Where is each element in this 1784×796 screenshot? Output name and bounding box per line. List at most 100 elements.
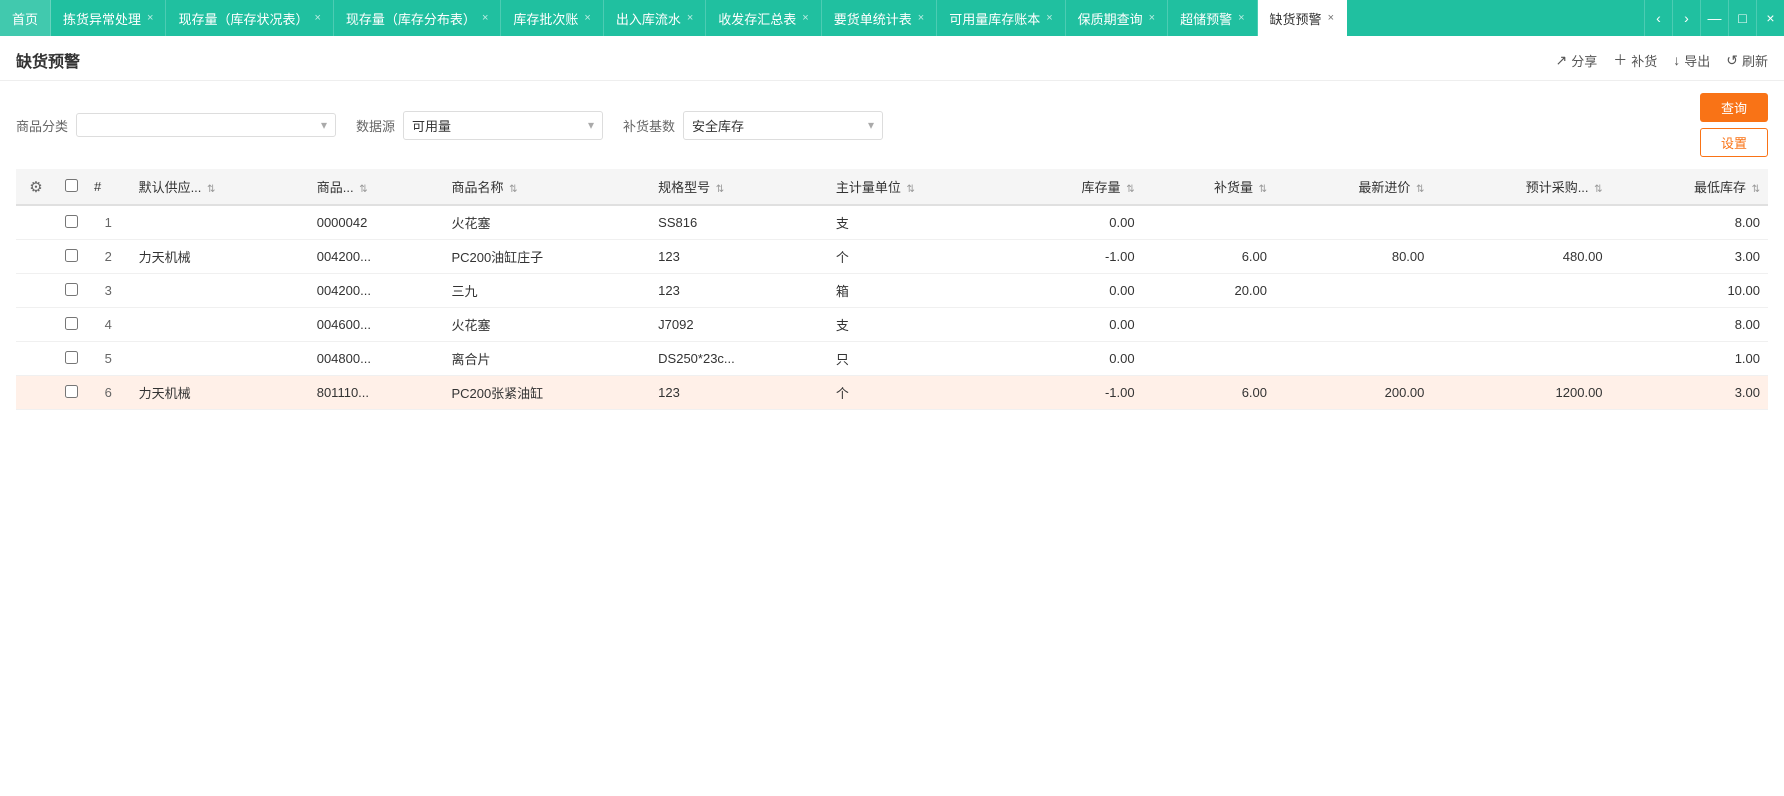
tab-stock-status[interactable]: 现存量（库存状况表） × — [166, 0, 333, 36]
tab-overstock[interactable]: 超储预警 × — [1168, 0, 1257, 36]
datasource-select[interactable]: 可用量 ▾ — [403, 111, 603, 140]
select-all-checkbox[interactable] — [65, 179, 78, 192]
row-name-1: PC200油缸庄子 — [443, 240, 650, 274]
tab-stock-dist[interactable]: 现存量（库存分布表） × — [334, 0, 501, 36]
tab-scroll-left[interactable]: ‹ — [1644, 0, 1672, 36]
page-title: 缺货预警 — [16, 48, 1555, 72]
tab-inout[interactable]: 出入库流水 × — [604, 0, 706, 36]
row-supplier-2 — [131, 274, 309, 308]
tab-summary[interactable]: 收发存汇总表 × — [706, 0, 821, 36]
row-replenish-5: 6.00 — [1143, 376, 1275, 410]
tab-close-shortage[interactable]: × — [1328, 12, 1334, 24]
row-checkbox-2[interactable] — [65, 283, 78, 296]
tab-close-expiry[interactable]: × — [1149, 12, 1155, 24]
spec-sort-icon[interactable]: ⇅ — [716, 184, 724, 195]
row-est-5: 1200.00 — [1432, 376, 1610, 410]
name-sort-icon[interactable]: ⇅ — [509, 184, 517, 195]
replenish-button[interactable]: ＋ 补货 — [1613, 50, 1657, 70]
row-unit-3: 支 — [828, 308, 1010, 342]
window-minimize[interactable]: — — [1700, 0, 1728, 36]
tab-picking[interactable]: 拣货异常处理 × — [51, 0, 166, 36]
refresh-icon: ↺ — [1726, 52, 1738, 69]
tab-nav-buttons: ‹ › — □ × — [1644, 0, 1784, 36]
tab-home[interactable]: 首页 — [0, 0, 51, 36]
tab-close-overstock[interactable]: × — [1238, 12, 1244, 24]
row-code-2: 004200... — [309, 274, 444, 308]
row-min-stock-4: 1.00 — [1611, 342, 1768, 376]
tab-order-stats[interactable]: 要货单统计表 × — [822, 0, 937, 36]
stock-sort-icon[interactable]: ⇅ — [1126, 184, 1134, 195]
row-spec-2: 123 — [650, 274, 828, 308]
tab-close-stock-dist[interactable]: × — [482, 12, 488, 24]
est-sort-icon[interactable]: ⇅ — [1594, 184, 1602, 195]
row-gear-0 — [16, 205, 56, 240]
tab-shortage[interactable]: 缺货预警 × — [1258, 0, 1347, 36]
export-button[interactable]: ↓ 导出 — [1673, 51, 1710, 70]
unit-sort-icon[interactable]: ⇅ — [906, 184, 914, 195]
replenish-chevron-icon: ▾ — [868, 118, 874, 132]
tab-close-inout[interactable]: × — [687, 12, 693, 24]
row-est-4 — [1432, 342, 1610, 376]
supplier-sort-icon[interactable]: ⇅ — [207, 184, 215, 195]
col-replenish-header: 补货量 ⇅ — [1143, 169, 1275, 205]
col-spec-header: 规格型号 ⇅ — [650, 169, 828, 205]
row-price-5: 200.00 — [1275, 376, 1432, 410]
replenish-label: 补货基数 — [623, 116, 675, 135]
replenish-select[interactable]: 安全库存 ▾ — [683, 111, 883, 140]
row-gear-4 — [16, 342, 56, 376]
row-unit-0: 支 — [828, 205, 1010, 240]
query-button[interactable]: 查询 — [1700, 93, 1768, 122]
col-name-header: 商品名称 ⇅ — [443, 169, 650, 205]
window-maximize[interactable]: □ — [1728, 0, 1756, 36]
row-num-3: 4 — [86, 308, 131, 342]
row-min-stock-0: 8.00 — [1611, 205, 1768, 240]
table-row: 3 004200... 三九 123 箱 0.00 20.00 10.00 — [16, 274, 1768, 308]
datasource-chevron-icon: ▾ — [588, 118, 594, 132]
category-filter-group: 商品分类 ▾ — [16, 113, 336, 137]
row-price-0 — [1275, 205, 1432, 240]
tab-scroll-right[interactable]: › — [1672, 0, 1700, 36]
settings-button[interactable]: 设置 — [1700, 128, 1768, 157]
tab-close-order-stats[interactable]: × — [918, 12, 924, 24]
tab-close-available[interactable]: × — [1046, 12, 1052, 24]
window-close[interactable]: × — [1756, 0, 1784, 36]
row-checkbox-0[interactable] — [65, 215, 78, 228]
row-replenish-2: 20.00 — [1143, 274, 1275, 308]
row-checkbox-4[interactable] — [65, 351, 78, 364]
table-header-row: ⚙ # 默认供应... ⇅ 商品... ⇅ 商品名称 — [16, 169, 1768, 205]
replenish-sort-icon[interactable]: ⇅ — [1259, 184, 1267, 195]
row-min-stock-5: 3.00 — [1611, 376, 1768, 410]
share-button[interactable]: ↗ 分享 — [1555, 51, 1597, 70]
min-stock-sort-icon[interactable]: ⇅ — [1752, 184, 1760, 195]
tab-batch[interactable]: 库存批次账 × — [501, 0, 603, 36]
table-gear-icon[interactable]: ⚙ — [29, 179, 42, 196]
row-supplier-5: 力天机械 — [131, 376, 309, 410]
row-supplier-4 — [131, 342, 309, 376]
row-checkbox-3[interactable] — [65, 317, 78, 330]
table-wrapper: ⚙ # 默认供应... ⇅ 商品... ⇅ 商品名称 — [0, 169, 1784, 426]
table-row: 4 004600... 火花塞 J7092 支 0.00 8.00 — [16, 308, 1768, 342]
tab-close-summary[interactable]: × — [802, 12, 808, 24]
row-est-1: 480.00 — [1432, 240, 1610, 274]
tab-close-stock-status[interactable]: × — [314, 12, 320, 24]
category-select[interactable]: ▾ — [76, 113, 336, 137]
tab-close-batch[interactable]: × — [584, 12, 590, 24]
col-num-header: # — [86, 169, 131, 205]
price-sort-icon[interactable]: ⇅ — [1416, 184, 1424, 195]
tab-close-picking[interactable]: × — [147, 12, 153, 24]
row-num-1: 2 — [86, 240, 131, 274]
row-stock-2: 0.00 — [1010, 274, 1142, 308]
datasource-filter-group: 数据源 可用量 ▾ — [356, 111, 603, 140]
tab-bar: 首页 拣货异常处理 × 现存量（库存状况表） × 现存量（库存分布表） × 库存… — [0, 0, 1784, 36]
share-icon: ↗ — [1555, 52, 1567, 69]
refresh-button[interactable]: ↺ 刷新 — [1726, 51, 1768, 70]
table-row: 6 力天机械 801110... PC200张紧油缸 123 个 -1.00 6… — [16, 376, 1768, 410]
code-sort-icon[interactable]: ⇅ — [359, 184, 367, 195]
tab-expiry[interactable]: 保质期查询 × — [1066, 0, 1168, 36]
row-checkbox-5[interactable] — [65, 385, 78, 398]
row-est-3 — [1432, 308, 1610, 342]
row-gear-2 — [16, 274, 56, 308]
tab-available[interactable]: 可用量库存账本 × — [937, 0, 1065, 36]
row-stock-4: 0.00 — [1010, 342, 1142, 376]
row-checkbox-1[interactable] — [65, 249, 78, 262]
